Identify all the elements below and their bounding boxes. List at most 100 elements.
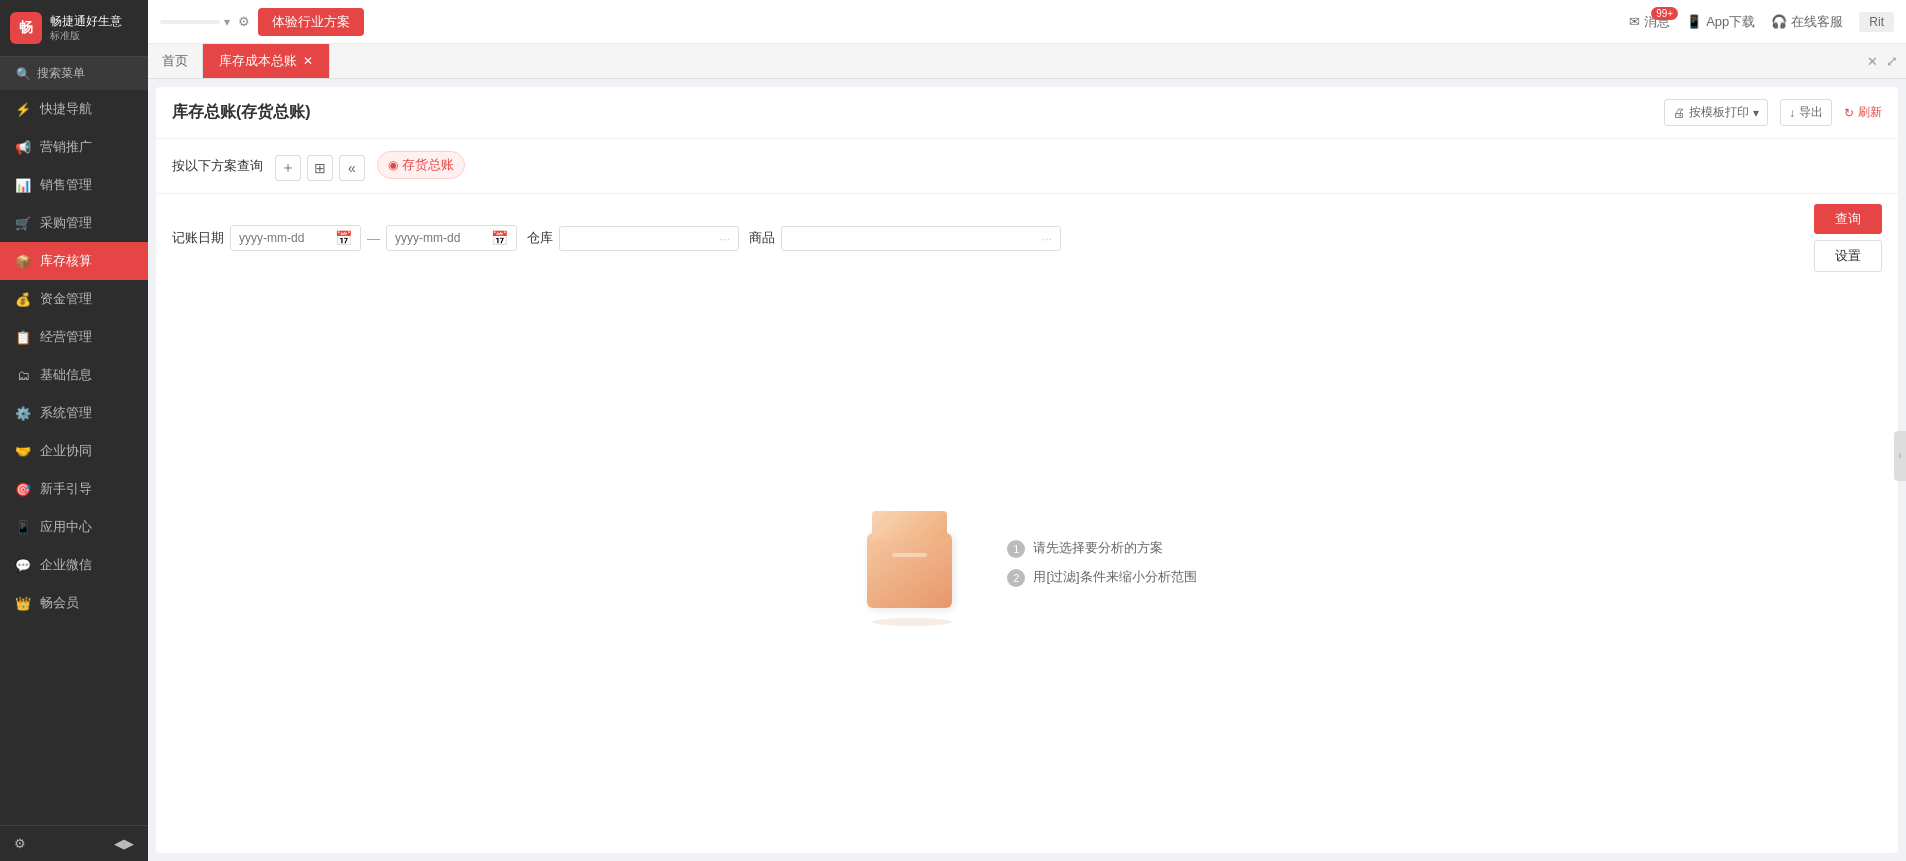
empty-state: 1 请先选择要分析的方案 2 用[过滤]条件来缩小分析范围 bbox=[156, 282, 1898, 853]
manage-scheme-button[interactable]: ⊞ bbox=[307, 155, 333, 181]
calendar-end-icon[interactable]: 📅 bbox=[491, 230, 508, 246]
date-label: 记账日期 bbox=[172, 229, 224, 247]
online-service-button[interactable]: 🎧 在线客服 bbox=[1771, 13, 1843, 31]
empty-text: 1 请先选择要分析的方案 2 用[过滤]条件来缩小分析范围 bbox=[1007, 539, 1196, 597]
warehouse-select[interactable]: ··· bbox=[559, 226, 739, 251]
sidebar-item-label: 新手引导 bbox=[40, 480, 92, 498]
refresh-icon: ↻ bbox=[1844, 106, 1854, 120]
sidebar-item-label: 畅会员 bbox=[40, 594, 79, 612]
basic-icon: 🗂 bbox=[14, 366, 32, 384]
sidebar-item-wechat[interactable]: 💬 企业微信 bbox=[0, 546, 148, 584]
quicknav-icon: ⚡ bbox=[14, 100, 32, 118]
setting-button[interactable]: 设置 bbox=[1814, 240, 1882, 272]
date-start-input[interactable]: 📅 bbox=[230, 225, 361, 251]
sales-icon: 📊 bbox=[14, 176, 32, 194]
logo-icon: 畅 bbox=[10, 12, 42, 44]
online-service-label: 在线客服 bbox=[1791, 13, 1843, 31]
expand-icon[interactable]: ⤢ bbox=[1886, 53, 1898, 69]
sidebar-item-purchase[interactable]: 🛒 采购管理 bbox=[0, 204, 148, 242]
warehouse-filter-group: 仓库 ··· bbox=[527, 226, 739, 251]
scheme-item-inventory[interactable]: ◉ 存货总账 bbox=[377, 151, 465, 179]
sidebar-item-sales[interactable]: 📊 销售管理 bbox=[0, 166, 148, 204]
box-body bbox=[867, 533, 952, 608]
trial-btn[interactable]: 体验行业方案 bbox=[258, 8, 364, 36]
calendar-start-icon[interactable]: 📅 bbox=[335, 230, 352, 246]
sidebar-nav: ⚡ 快捷导航 📢 营销推广 📊 销售管理 🛒 采购管理 📦 库存核算 💰 资金管… bbox=[0, 90, 148, 825]
warehouse-label: 仓库 bbox=[527, 229, 553, 247]
app-download-button[interactable]: 📱 App下载 bbox=[1686, 13, 1755, 31]
sidebar: 畅 畅捷通好生意 标准版 🔍 搜索菜单 ⚡ 快捷导航 📢 营销推广 📊 销售管理… bbox=[0, 0, 148, 861]
newbie-icon: 🎯 bbox=[14, 480, 32, 498]
sidebar-item-inventory[interactable]: 📦 库存核算 bbox=[0, 242, 148, 280]
box-lid bbox=[872, 511, 947, 539]
print-button[interactable]: 🖨 按模板打印 ▾ bbox=[1664, 99, 1768, 126]
breadcrumb-text bbox=[160, 20, 220, 24]
app-download-label: App下载 bbox=[1706, 13, 1755, 31]
tab-home[interactable]: 首页 bbox=[148, 44, 203, 78]
date-end-input[interactable]: 📅 bbox=[386, 225, 517, 251]
sidebar-item-label: 企业协同 bbox=[40, 442, 92, 460]
export-button[interactable]: ↓ 导出 bbox=[1780, 99, 1832, 126]
sidebar-item-label: 基础信息 bbox=[40, 366, 92, 384]
product-filter-group: 商品 ··· bbox=[749, 226, 1061, 251]
messages-button[interactable]: ✉ 消息 99+ bbox=[1629, 13, 1670, 31]
settings-button[interactable]: ⚙ bbox=[14, 836, 26, 851]
sidebar-search[interactable]: 🔍 搜索菜单 bbox=[0, 57, 148, 90]
print-icon: 🖨 bbox=[1673, 106, 1685, 120]
logo-text-block: 畅捷通好生意 标准版 bbox=[50, 13, 122, 44]
topbar-right: ✉ 消息 99+ 📱 App下载 🎧 在线客服 Rit bbox=[1629, 12, 1894, 32]
box-shadow bbox=[872, 618, 952, 626]
collapse-filter-button[interactable]: « bbox=[339, 155, 365, 181]
sidebar-item-quicknav[interactable]: ⚡ 快捷导航 bbox=[0, 90, 148, 128]
sidebar-item-label: 企业微信 bbox=[40, 556, 92, 574]
sidebar-item-appcenter[interactable]: 📱 应用中心 bbox=[0, 508, 148, 546]
sidebar-item-member[interactable]: 👑 畅会员 bbox=[0, 584, 148, 622]
sidebar-item-system[interactable]: ⚙️ 系统管理 bbox=[0, 394, 148, 432]
user-name: Rit bbox=[1869, 15, 1884, 29]
page-header: 库存总账(存货总账) 🖨 按模板打印 ▾ ↓ 导出 ↻ 刷新 bbox=[156, 87, 1898, 139]
page-title: 库存总账(存货总账) bbox=[172, 102, 311, 123]
sidebar-item-operation[interactable]: 📋 经营管理 bbox=[0, 318, 148, 356]
sidebar-item-enterprise[interactable]: 🤝 企业协同 bbox=[0, 432, 148, 470]
product-more-icon[interactable]: ··· bbox=[1041, 231, 1052, 246]
date-filter-group: 记账日期 📅 — 📅 bbox=[172, 225, 517, 251]
refresh-button[interactable]: ↻ 刷新 bbox=[1844, 104, 1882, 121]
sidebar-logo: 畅 畅捷通好生意 标准版 bbox=[0, 0, 148, 57]
filter-actions: ＋ ⊞ « bbox=[275, 151, 365, 181]
sidebar-item-finance[interactable]: 💰 资金管理 bbox=[0, 280, 148, 318]
product-label: 商品 bbox=[749, 229, 775, 247]
sidebar-item-label: 库存核算 bbox=[40, 252, 92, 270]
header-actions: 🖨 按模板打印 ▾ ↓ 导出 ↻ 刷新 bbox=[1664, 99, 1882, 126]
product-select[interactable]: ··· bbox=[781, 226, 1061, 251]
sidebar-footer: ⚙ ◀▶ bbox=[0, 825, 148, 861]
date-start-field[interactable] bbox=[239, 231, 329, 245]
scheme-icon: ◉ bbox=[388, 158, 398, 172]
tab-label: 库存成本总账 bbox=[219, 52, 297, 70]
search-label: 搜索菜单 bbox=[37, 65, 85, 82]
sidebar-item-label: 销售管理 bbox=[40, 176, 92, 194]
sidebar-item-label: 应用中心 bbox=[40, 518, 92, 536]
enterprise-icon: 🤝 bbox=[14, 442, 32, 460]
warehouse-more-icon[interactable]: ··· bbox=[719, 231, 730, 246]
sidebar-item-label: 资金管理 bbox=[40, 290, 92, 308]
sidebar-item-newbie[interactable]: 🎯 新手引导 bbox=[0, 470, 148, 508]
tab-inventory-ledger[interactable]: 库存成本总账 ✕ bbox=[203, 44, 330, 78]
date-end-field[interactable] bbox=[395, 231, 485, 245]
filter-label: 按以下方案查询 bbox=[172, 151, 263, 175]
message-icon: ✉ bbox=[1629, 14, 1640, 29]
headset-icon: 🎧 bbox=[1771, 14, 1787, 29]
print-chevron-icon: ▾ bbox=[1753, 106, 1759, 120]
topbar-left: ▾ ⚙ 体验行业方案 bbox=[160, 8, 364, 36]
query-button[interactable]: 查询 bbox=[1814, 204, 1882, 234]
tab-close-icon[interactable]: ✕ bbox=[303, 54, 313, 68]
sidebar-item-marketing[interactable]: 📢 营销推广 bbox=[0, 128, 148, 166]
add-scheme-button[interactable]: ＋ bbox=[275, 155, 301, 181]
collapse-button[interactable]: ◀▶ bbox=[114, 836, 134, 851]
close-panel-btn[interactable]: ✕ bbox=[1867, 54, 1878, 69]
right-panel-handle[interactable]: › bbox=[1894, 431, 1906, 481]
tabs-bar: 首页 库存成本总账 ✕ ✕ ⤢ bbox=[148, 44, 1906, 79]
filter-bar: 按以下方案查询 ＋ ⊞ « ◉ 存货总账 bbox=[156, 139, 1898, 194]
user-profile[interactable]: Rit bbox=[1859, 12, 1894, 32]
sidebar-item-basic[interactable]: 🗂 基础信息 bbox=[0, 356, 148, 394]
gear-button[interactable]: ⚙ bbox=[238, 14, 250, 29]
